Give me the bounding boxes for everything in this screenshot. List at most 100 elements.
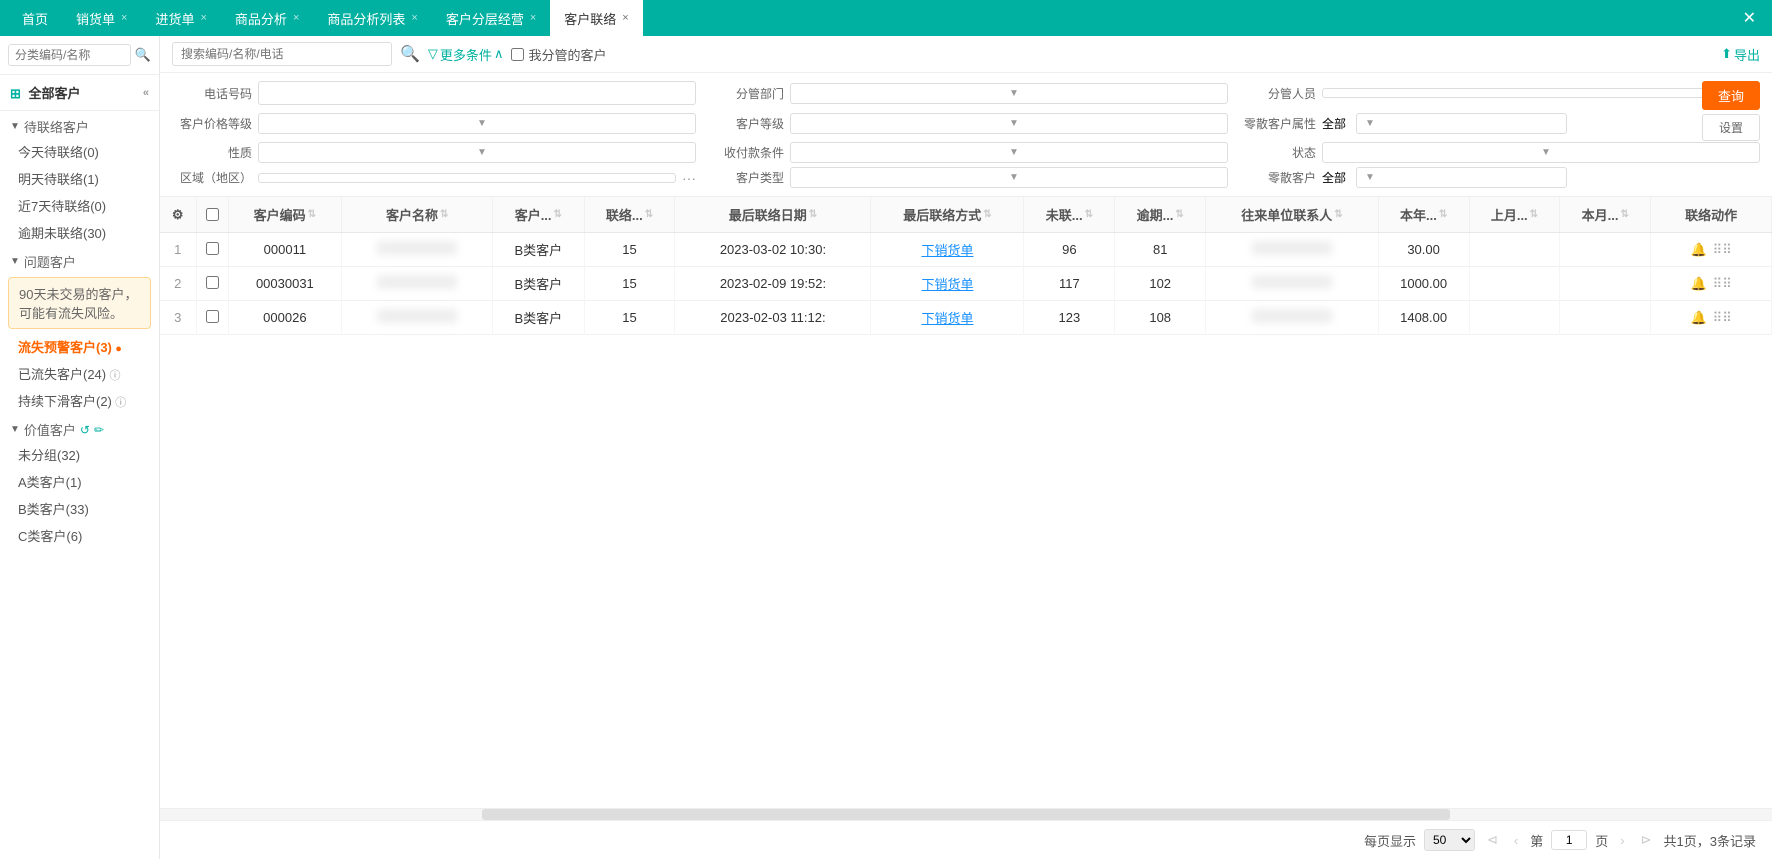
filter-scatter-customer-select[interactable]: ▼ xyxy=(1356,167,1567,188)
nav-item-home[interactable]: 首页 xyxy=(8,0,62,36)
td-contact-person-2 xyxy=(1206,301,1379,335)
nav-close-sales[interactable]: × xyxy=(121,12,127,24)
row-checkbox-2[interactable] xyxy=(206,310,219,323)
filter-phone-input[interactable] xyxy=(258,81,696,105)
th-contact-person[interactable]: 往来单位联系人 ⇅ xyxy=(1206,197,1379,233)
edit-icon[interactable]: ✏ xyxy=(94,423,104,437)
window-close-button[interactable]: ✕ xyxy=(1735,8,1764,28)
th-code[interactable]: 客户编码 ⇅ xyxy=(228,197,342,233)
td-last-type-1[interactable]: 下销货单 xyxy=(871,267,1024,301)
th-this-month[interactable]: 本月... ⇅ xyxy=(1560,197,1651,233)
select-all-checkbox[interactable] xyxy=(206,208,219,221)
filter-customer-type-select[interactable]: ▼ xyxy=(790,167,1228,188)
td-last-date-2: 2023-02-03 11:12: xyxy=(675,301,871,335)
sidebar-collapse-icon[interactable]: « xyxy=(143,87,149,99)
filter-manager-select[interactable] xyxy=(1322,88,1740,98)
nav-item-customer-contact[interactable]: 客户联络 × xyxy=(550,0,642,36)
th-settings[interactable]: ⚙ xyxy=(160,197,196,233)
th-last-month[interactable]: 上月... ⇅ xyxy=(1469,197,1560,233)
chevron-down-scatter2: ▼ xyxy=(1365,172,1558,183)
th-this-year[interactable]: 本年... ⇅ xyxy=(1378,197,1469,233)
nav-item-sales[interactable]: 销货单 × xyxy=(62,0,141,36)
filter-search-input[interactable] xyxy=(172,42,392,66)
chevron-down-icon: ∧ xyxy=(494,46,504,62)
sidebar-item-overdue[interactable]: 逾期未联络(30) xyxy=(0,219,159,246)
next-page-button[interactable]: › xyxy=(1616,831,1628,850)
action-bell-0[interactable]: 🔔 xyxy=(1690,242,1706,258)
chevron-down-dept: ▼ xyxy=(1009,88,1219,99)
my-customers-checkbox-label[interactable]: 我分管的客户 xyxy=(511,45,606,64)
last-page-button[interactable]: ⊳ xyxy=(1637,830,1656,850)
action-more-1[interactable]: ⠿⠿ xyxy=(1713,276,1732,292)
nav-item-analysis[interactable]: 商品分析 × xyxy=(221,0,313,36)
td-checkbox-0[interactable] xyxy=(196,233,228,267)
per-page-select[interactable]: 50 100 xyxy=(1424,829,1475,851)
row-checkbox-0[interactable] xyxy=(206,242,219,255)
th-contact[interactable]: 联络... ⇅ xyxy=(584,197,675,233)
filter-region: 区域（地区） ··· xyxy=(172,169,696,186)
refresh-icon[interactable]: ↺ xyxy=(80,423,90,437)
filter-price-level-select[interactable]: ▼ xyxy=(258,113,696,134)
td-last-type-2[interactable]: 下销货单 xyxy=(871,301,1024,335)
my-customers-checkbox[interactable] xyxy=(511,48,524,61)
filter-payment-select[interactable]: ▼ xyxy=(790,142,1228,163)
sidebar-item-today[interactable]: 今天待联络(0) xyxy=(0,138,159,165)
th-uncontacted[interactable]: 未联... ⇅ xyxy=(1024,197,1115,233)
page-number-input[interactable] xyxy=(1551,830,1587,850)
more-conditions-button[interactable]: ▽ 更多条件 ∧ xyxy=(428,45,504,64)
sidebar-item-class-a[interactable]: A类客户(1) xyxy=(0,468,159,495)
th-last-type[interactable]: 最后联络方式 ⇅ xyxy=(871,197,1024,233)
sidebar-all-customers[interactable]: ⊞ 全部客户 « xyxy=(0,75,159,111)
nav-item-customer-layer[interactable]: 客户分层经营 × xyxy=(432,0,550,36)
sidebar-section-pending[interactable]: ▼ 待联络客户 xyxy=(0,111,159,138)
prev-page-button[interactable]: ‹ xyxy=(1510,831,1522,850)
filter-scatter-attr-select[interactable]: ▼ xyxy=(1356,113,1567,134)
td-code-2: 000026 xyxy=(228,301,342,335)
th-last-date[interactable]: 最后联络日期 ⇅ xyxy=(675,197,871,233)
nav-close-analysis-list[interactable]: × xyxy=(411,12,417,24)
filter-customer-level-select[interactable]: ▼ xyxy=(790,113,1228,134)
filter-region-select[interactable] xyxy=(258,173,676,183)
sidebar-search-input[interactable] xyxy=(8,44,131,66)
action-more-0[interactable]: ⠿⠿ xyxy=(1713,242,1732,258)
action-bell-2[interactable]: 🔔 xyxy=(1690,310,1706,326)
th-overdue[interactable]: 逾期... ⇅ xyxy=(1115,197,1206,233)
sidebar-item-class-b[interactable]: B类客户(33) xyxy=(0,495,159,522)
th-checkbox[interactable] xyxy=(196,197,228,233)
nav-item-purchase[interactable]: 进货单 × xyxy=(141,0,220,36)
th-type[interactable]: 客户... ⇅ xyxy=(493,197,585,233)
td-last-month-2 xyxy=(1469,301,1560,335)
query-button[interactable]: 查询 xyxy=(1702,81,1760,110)
nav-close-analysis[interactable]: × xyxy=(293,12,299,24)
nav-close-customer-contact[interactable]: × xyxy=(622,12,628,24)
sidebar-item-ungrouped[interactable]: 未分组(32) xyxy=(0,441,159,468)
sidebar-section-value[interactable]: ▼ 价值客户 ↺ ✏ xyxy=(0,414,159,441)
nav-item-analysis-list[interactable]: 商品分析列表 × xyxy=(313,0,431,36)
settings-button[interactable]: 设置 xyxy=(1702,114,1760,141)
action-more-2[interactable]: ⠿⠿ xyxy=(1713,310,1732,326)
td-checkbox-2[interactable] xyxy=(196,301,228,335)
sidebar-item-class-c[interactable]: C类客户(6) xyxy=(0,522,159,549)
filter-region-more-btn[interactable]: ··· xyxy=(682,170,696,186)
sidebar-item-churned[interactable]: 已流失客户(24) ⓘ xyxy=(0,360,159,387)
sidebar-section-problem[interactable]: ▼ 问题客户 xyxy=(0,246,159,273)
sidebar-item-churn-warning[interactable]: 流失预警客户(3) ● xyxy=(0,333,159,360)
export-button[interactable]: ⬆ 导出 xyxy=(1721,45,1760,64)
filter-search-button[interactable]: 🔍 xyxy=(400,44,420,64)
filter-nature-select[interactable]: ▼ xyxy=(258,142,696,163)
sidebar-item-declining[interactable]: 持续下滑客户(2) ⓘ xyxy=(0,387,159,414)
th-name[interactable]: 客户名称 ⇅ xyxy=(342,197,493,233)
action-bell-1[interactable]: 🔔 xyxy=(1690,276,1706,292)
filter-dept-select[interactable]: ▼ xyxy=(790,83,1228,104)
filter-status-select[interactable]: ▼ xyxy=(1322,142,1760,163)
nav-close-purchase[interactable]: × xyxy=(200,12,206,24)
hscroll-area[interactable] xyxy=(160,808,1772,820)
sidebar-item-tomorrow[interactable]: 明天待联络(1) xyxy=(0,165,159,192)
td-checkbox-1[interactable] xyxy=(196,267,228,301)
row-checkbox-1[interactable] xyxy=(206,276,219,289)
sidebar-item-7days[interactable]: 近7天待联络(0) xyxy=(0,192,159,219)
nav-close-customer-layer[interactable]: × xyxy=(530,12,536,24)
first-page-button[interactable]: ⊲ xyxy=(1483,830,1502,850)
td-last-type-0[interactable]: 下销货单 xyxy=(871,233,1024,267)
export-icon: ⬆ xyxy=(1721,46,1732,62)
